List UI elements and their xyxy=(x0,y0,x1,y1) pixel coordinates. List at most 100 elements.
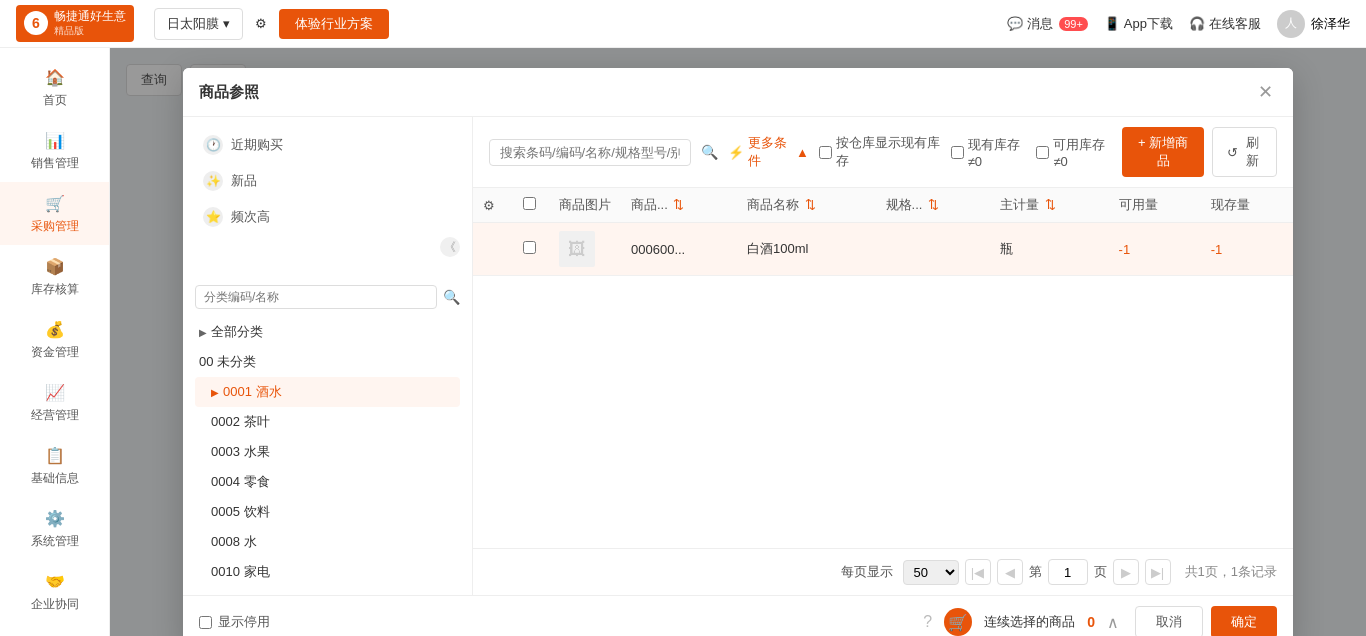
category-tea-label: 0002 茶叶 xyxy=(211,413,270,431)
inventory-icon: 📦 xyxy=(44,255,66,277)
col-unit-label: 主计量 xyxy=(1000,197,1039,212)
category-tea[interactable]: 0002 茶叶 xyxy=(195,407,460,437)
row-available-cell: -1 xyxy=(1109,223,1201,276)
tab-high-frequency[interactable]: ⭐ 频次高 xyxy=(195,201,460,233)
checkbox-available[interactable] xyxy=(1036,146,1049,159)
more-conditions-btn[interactable]: ⚡ 更多条件 ▲ xyxy=(728,134,809,170)
cart-button[interactable]: 🛒 xyxy=(944,608,972,636)
messages-btn[interactable]: 💬 消息 99+ xyxy=(1007,15,1088,33)
sales-icon: 📊 xyxy=(44,129,66,151)
tab-freq-label: 频次高 xyxy=(231,208,270,226)
next-page-btn[interactable]: ▶ xyxy=(1113,559,1139,585)
col-code-header[interactable]: 商品... ⇅ xyxy=(621,188,737,223)
modal-header: 商品参照 ✕ xyxy=(183,68,1293,117)
modal-overlay: 商品参照 ✕ 🕐 近期购买 ✨ xyxy=(110,48,1366,636)
sidebar-item-purchase[interactable]: 🛒 采购管理 xyxy=(0,182,109,245)
checkbox-available-label[interactable]: 可用库存≠0 xyxy=(1036,136,1112,169)
sort-code-icon[interactable]: ⇅ xyxy=(673,197,684,212)
help-icon[interactable]: ? xyxy=(923,613,932,631)
category-water[interactable]: 0008 水 xyxy=(195,527,460,557)
sidebar-label-home: 首页 xyxy=(43,92,67,109)
refresh-btn[interactable]: ↺ 刷新 xyxy=(1212,127,1277,177)
show-disabled-label[interactable]: 显示停用 xyxy=(199,613,270,631)
product-search-icon[interactable]: 🔍 xyxy=(701,144,718,160)
sidebar-item-basic-info[interactable]: 📋 基础信息 xyxy=(0,434,109,497)
sidebar-item-finance[interactable]: 💰 资金管理 xyxy=(0,308,109,371)
app-download-btn[interactable]: 📱 App下载 xyxy=(1104,15,1173,33)
product-search-input[interactable] xyxy=(489,139,691,166)
table-row[interactable]: 🖼 000600... 白酒100ml 瓶 -1 -1 xyxy=(473,223,1293,276)
row-checkbox[interactable] xyxy=(523,241,536,254)
tab-recent-purchase[interactable]: 🕐 近期购买 xyxy=(195,129,460,161)
category-unclassified[interactable]: 00 未分类 xyxy=(195,347,460,377)
sort-name-icon[interactable]: ⇅ xyxy=(805,197,816,212)
collapse-panel-btn[interactable]: 《 xyxy=(440,237,460,257)
col-check-header[interactable] xyxy=(513,188,549,223)
category-beverages-label: 0005 饮料 xyxy=(211,503,270,521)
header-right: 💬 消息 99+ 📱 App下载 🎧 在线客服 人 徐泽华 xyxy=(1007,10,1350,38)
sidebar-item-collab[interactable]: 🤝 企业协同 xyxy=(0,560,109,623)
col-spec-header[interactable]: 规格... ⇅ xyxy=(876,188,991,223)
sidebar-item-guide[interactable]: 🌟 新手引导 xyxy=(0,623,109,636)
online-service-btn[interactable]: 🎧 在线客服 xyxy=(1189,15,1261,33)
messages-label: 消息 xyxy=(1027,15,1053,33)
sort-spec-icon[interactable]: ⇅ xyxy=(928,197,939,212)
app-download-label: App下载 xyxy=(1124,15,1173,33)
first-page-btn[interactable]: |◀ xyxy=(965,559,991,585)
col-unit-header[interactable]: 主计量 ⇅ xyxy=(990,188,1108,223)
category-fruit[interactable]: 0003 水果 xyxy=(195,437,460,467)
category-snacks-label: 0004 零食 xyxy=(211,473,270,491)
row-check-cell[interactable] xyxy=(513,223,549,276)
cart-collapse-icon[interactable]: ∧ xyxy=(1107,613,1119,632)
checkbox-stock-label[interactable]: 现有库存≠0 xyxy=(951,136,1027,169)
sidebar-item-operations[interactable]: 📈 经营管理 xyxy=(0,371,109,434)
col-stock-header: 现存量 xyxy=(1201,188,1293,223)
sidebar-item-sales[interactable]: 📊 销售管理 xyxy=(0,119,109,182)
cancel-button[interactable]: 取消 xyxy=(1135,606,1203,636)
trial-button[interactable]: 体验行业方案 xyxy=(279,9,389,39)
category-alcohol[interactable]: ▶ 0001 酒水 xyxy=(195,377,460,407)
col-name-header[interactable]: 商品名称 ⇅ xyxy=(737,188,876,223)
col-settings-header[interactable]: ⚙ xyxy=(473,188,513,223)
add-product-btn[interactable]: + 新增商品 xyxy=(1122,127,1204,177)
sort-unit-icon[interactable]: ⇅ xyxy=(1045,197,1056,212)
modal-body: 🕐 近期购买 ✨ 新品 ⭐ 频次高 《 xyxy=(183,117,1293,595)
page-size-select[interactable]: 50 10 20 100 xyxy=(903,560,959,585)
col-spec-label: 规格... xyxy=(886,197,923,212)
category-all[interactable]: ▶ 全部分类 xyxy=(195,317,460,347)
confirm-button[interactable]: 确定 xyxy=(1211,606,1277,636)
top-header: 6 畅捷通好生意 精品版 日太阳膜 ▾ ⚙ 体验行业方案 💬 消息 99+ 📱 … xyxy=(0,0,1366,48)
checkbox-warehouse-label[interactable]: 按仓库显示现有库存 xyxy=(819,134,941,170)
prev-page-btn[interactable]: ◀ xyxy=(997,559,1023,585)
sidebar-item-system[interactable]: ⚙️ 系统管理 xyxy=(0,497,109,560)
system-icon: ⚙️ xyxy=(44,507,66,529)
modal-close-button[interactable]: ✕ xyxy=(1253,80,1277,104)
logo-area[interactable]: 6 畅捷通好生意 精品版 xyxy=(16,5,134,41)
product-image: 🖼 xyxy=(559,231,595,267)
mobile-icon: 📱 xyxy=(1104,16,1120,31)
sidebar-item-inventory[interactable]: 📦 库存核算 xyxy=(0,245,109,308)
show-disabled-checkbox[interactable] xyxy=(199,616,212,629)
tab-new-products[interactable]: ✨ 新品 xyxy=(195,165,460,197)
nav-dropdown[interactable]: 日太阳膜 ▾ xyxy=(154,8,243,40)
settings-icon-btn[interactable]: ⚙ xyxy=(255,16,267,31)
page-number-input[interactable] xyxy=(1048,559,1088,585)
category-beverages[interactable]: 0005 饮料 xyxy=(195,497,460,527)
checkbox-warehouse[interactable] xyxy=(819,146,832,159)
category-search-icon[interactable]: 🔍 xyxy=(443,289,460,305)
cart-area: ? 🛒 连续选择的商品 0 ∧ xyxy=(923,608,1119,636)
sidebar-item-home[interactable]: 🏠 首页 xyxy=(0,56,109,119)
checkbox-stock-text: 现有库存≠0 xyxy=(968,136,1027,169)
category-snacks[interactable]: 0004 零食 xyxy=(195,467,460,497)
category-search-row: 🔍 xyxy=(183,281,472,313)
category-appliances[interactable]: 0010 家电 xyxy=(195,557,460,587)
row-spec-cell xyxy=(876,223,991,276)
last-page-btn[interactable]: ▶| xyxy=(1145,559,1171,585)
select-all-checkbox[interactable] xyxy=(523,197,536,210)
page-size-label: 每页显示 xyxy=(841,563,893,581)
user-avatar-area[interactable]: 人 徐泽华 xyxy=(1277,10,1350,38)
category-search-input[interactable] xyxy=(195,285,437,309)
nav-chevron-icon: ▾ xyxy=(223,16,230,31)
checkbox-stock[interactable] xyxy=(951,146,964,159)
all-arrow-icon: ▶ xyxy=(199,327,207,338)
